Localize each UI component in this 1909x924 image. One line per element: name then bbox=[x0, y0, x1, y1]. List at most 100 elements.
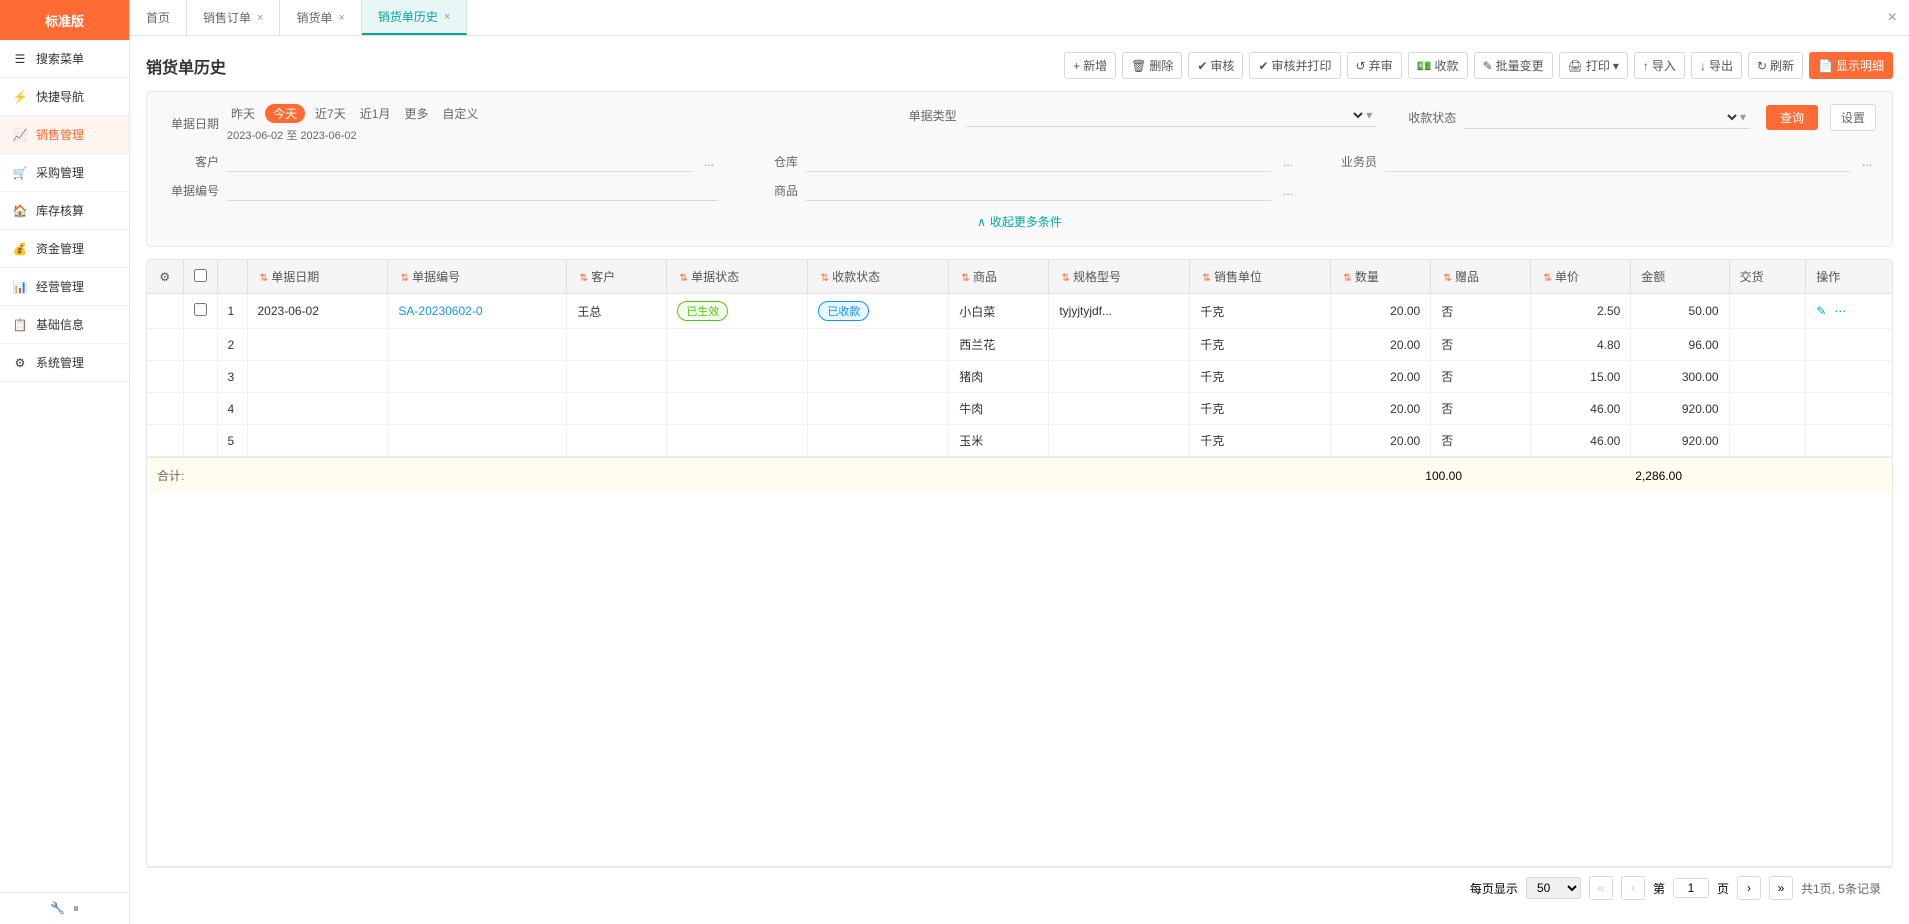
date-tab-custom[interactable]: 自定义 bbox=[438, 104, 482, 123]
first-page-button[interactable]: « bbox=[1589, 876, 1613, 900]
goods-dots[interactable]: ... bbox=[1279, 184, 1297, 198]
cell-doc-no[interactable] bbox=[388, 329, 567, 361]
page-number-input[interactable] bbox=[1673, 878, 1709, 898]
th-gear[interactable]: ⚙ bbox=[147, 260, 183, 294]
cell-checkbox[interactable] bbox=[183, 329, 217, 361]
cell-doc-no[interactable]: SA-20230602-0 bbox=[388, 294, 567, 329]
page-size-select[interactable]: 20 50 100 bbox=[1526, 877, 1581, 899]
th-customer[interactable]: ⇅ 客户 bbox=[567, 260, 667, 294]
date-tab-today[interactable]: 今天 bbox=[265, 104, 305, 123]
sidebar-item-purchase-mgmt[interactable]: 🛒 采购管理 bbox=[0, 154, 129, 192]
date-tab-last1m[interactable]: 近1月 bbox=[356, 104, 395, 123]
th-spec[interactable]: ⇅ 规格型号 bbox=[1049, 260, 1190, 294]
th-doc-status[interactable]: ⇅ 单据状态 bbox=[667, 260, 808, 294]
sidebar-item-inventory[interactable]: 🏠 库存核算 bbox=[0, 192, 129, 230]
import-button[interactable]: ↑ 导入 bbox=[1634, 52, 1685, 79]
delete-button[interactable]: 🗑 删除 bbox=[1122, 52, 1182, 79]
cell-checkbox[interactable] bbox=[183, 425, 217, 457]
cell-checkbox[interactable] bbox=[183, 393, 217, 425]
th-unit-price[interactable]: ⇅ 单价 bbox=[1531, 260, 1631, 294]
th-checkbox[interactable] bbox=[183, 260, 217, 294]
audit-print-button[interactable]: ✔ 审核并打印 bbox=[1249, 52, 1340, 79]
date-tab-yesterday[interactable]: 昨天 bbox=[227, 104, 259, 123]
th-gift[interactable]: ⇅ 赠品 bbox=[1431, 260, 1531, 294]
date-range: 2023-06-02 至 2023-06-02 bbox=[227, 127, 482, 143]
cell-spec bbox=[1049, 361, 1190, 393]
date-tab-more[interactable]: 更多 bbox=[400, 104, 432, 123]
sidebar-item-search-menu[interactable]: ☰ 搜索菜单 bbox=[0, 40, 129, 78]
cell-checkbox[interactable] bbox=[183, 361, 217, 393]
pause-icon[interactable]: ⏸ bbox=[73, 901, 79, 916]
sidebar-item-quick-nav[interactable]: ⚡ 快捷导航 bbox=[0, 78, 129, 116]
cell-doc-no[interactable] bbox=[388, 393, 567, 425]
th-doc-no[interactable]: ⇅ 单据编号 bbox=[388, 260, 567, 294]
staff-input[interactable] bbox=[1385, 151, 1850, 172]
goods-input[interactable] bbox=[806, 180, 1271, 201]
edit-action[interactable]: ✎ bbox=[1816, 304, 1826, 318]
tab-sales-goods[interactable]: 销货单 × bbox=[280, 0, 361, 35]
collect-button[interactable]: 💵 收款 bbox=[1408, 52, 1468, 79]
print-button[interactable]: 🖨 打印 ▾ bbox=[1559, 52, 1628, 79]
page-label: 第 bbox=[1653, 880, 1665, 897]
cell-spec bbox=[1049, 425, 1190, 457]
th-goods[interactable]: ⇅ 商品 bbox=[949, 260, 1049, 294]
export-button[interactable]: ↓ 导出 bbox=[1691, 52, 1742, 79]
query-button[interactable]: 查询 bbox=[1766, 105, 1818, 130]
settings-button[interactable]: 设置 bbox=[1830, 104, 1876, 131]
sidebar-item-basic-info[interactable]: 📋 基础信息 bbox=[0, 306, 129, 344]
next-page-button[interactable]: › bbox=[1737, 876, 1761, 900]
add-button[interactable]: + 新增 bbox=[1064, 52, 1116, 79]
more-action[interactable]: ⋯ bbox=[1834, 304, 1846, 318]
tab-home[interactable]: 首页 bbox=[130, 0, 187, 35]
tab-sales-history[interactable]: 销货单历史 × bbox=[362, 0, 467, 35]
audit-button[interactable]: ✔ 审核 bbox=[1188, 52, 1243, 79]
sidebar-item-sys-mgmt[interactable]: ⚙ 系统管理 bbox=[0, 344, 129, 382]
th-doc-date[interactable]: ⇅ 单据日期 bbox=[247, 260, 388, 294]
th-collect-status[interactable]: ⇅ 收款状态 bbox=[808, 260, 949, 294]
tab-sales-order-close[interactable]: × bbox=[257, 12, 263, 24]
tab-bar-close-all[interactable]: × bbox=[1876, 9, 1909, 27]
tab-sales-goods-close[interactable]: × bbox=[338, 12, 344, 24]
cell-doc-no[interactable] bbox=[388, 361, 567, 393]
date-tabs: 昨天 今天 近7天 近1月 更多 自定义 bbox=[227, 104, 482, 123]
cell-checkbox[interactable] bbox=[183, 294, 217, 329]
settings-bottom-icon[interactable]: 🔧 bbox=[50, 901, 65, 916]
doc-type-select[interactable] bbox=[965, 104, 1367, 126]
show-detail-button[interactable]: 📄 显示明细 bbox=[1809, 52, 1893, 79]
docno-input[interactable] bbox=[227, 180, 718, 201]
sort-icon: ⇅ bbox=[679, 273, 687, 284]
tab-sales-goods-label: 销货单 bbox=[296, 9, 332, 26]
abandon-button[interactable]: ↺ 弃审 bbox=[1347, 52, 1402, 79]
staff-dots[interactable]: ... bbox=[1858, 155, 1876, 169]
footer-label: 合计: bbox=[157, 467, 277, 484]
customer-input[interactable] bbox=[227, 151, 692, 172]
prev-page-button[interactable]: ‹ bbox=[1621, 876, 1645, 900]
sidebar-item-sales-mgmt[interactable]: 📈 销售管理 bbox=[0, 116, 129, 154]
cell-amount: 300.00 bbox=[1631, 361, 1729, 393]
date-tab-last7[interactable]: 近7天 bbox=[311, 104, 350, 123]
row-checkbox[interactable] bbox=[194, 303, 207, 316]
cell-gift: 否 bbox=[1431, 361, 1531, 393]
collection-status-select[interactable] bbox=[1464, 106, 1740, 128]
th-unit[interactable]: ⇅ 销售单位 bbox=[1190, 260, 1331, 294]
last-page-button[interactable]: » bbox=[1769, 876, 1793, 900]
tab-sales-history-close[interactable]: × bbox=[444, 11, 450, 23]
customer-dots[interactable]: ... bbox=[700, 155, 718, 169]
refresh-button[interactable]: ↻ 刷新 bbox=[1748, 52, 1803, 79]
footer-total-qty: 100.00 bbox=[1382, 469, 1462, 483]
cell-doc-no[interactable] bbox=[388, 425, 567, 457]
select-all-checkbox[interactable] bbox=[194, 269, 207, 282]
warehouse-dots[interactable]: ... bbox=[1279, 155, 1297, 169]
collapse-more-btn[interactable]: ∧ 收起更多条件 bbox=[977, 213, 1062, 230]
batch-change-button[interactable]: ✎ 批量变更 bbox=[1474, 52, 1553, 79]
tab-sales-order[interactable]: 销售订单 × bbox=[187, 0, 280, 35]
refresh-icon: ↻ bbox=[1757, 59, 1767, 73]
sidebar-item-fund-mgmt[interactable]: 💰 资金管理 bbox=[0, 230, 129, 268]
th-qty[interactable]: ⇅ 数量 bbox=[1331, 260, 1431, 294]
cell-doc-date bbox=[247, 329, 388, 361]
collection-status-group: 收款状态 ▾ 查询 设置 bbox=[1400, 104, 1876, 131]
sidebar-item-ops-mgmt[interactable]: 📊 经营管理 bbox=[0, 268, 129, 306]
warehouse-input[interactable] bbox=[806, 151, 1271, 172]
column-settings-icon[interactable]: ⚙ bbox=[159, 270, 170, 284]
cell-goods: 西兰花 bbox=[949, 329, 1049, 361]
